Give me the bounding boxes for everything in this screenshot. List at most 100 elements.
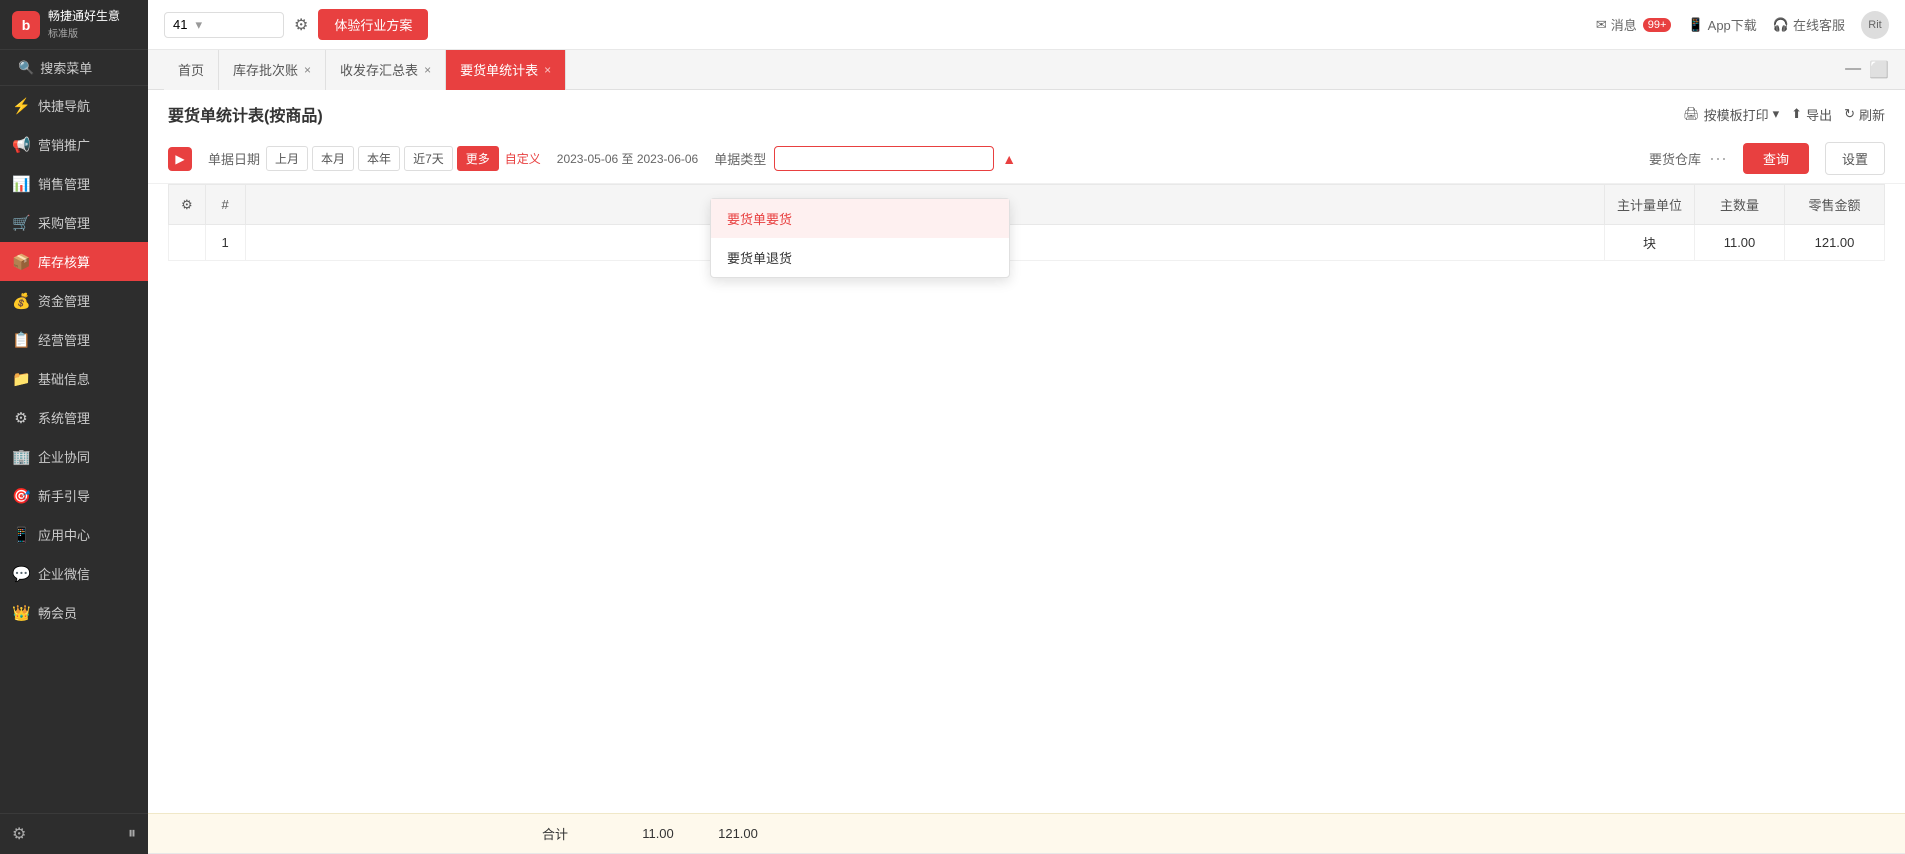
tab-income-summary-label: 收发存汇总表 [340,60,418,79]
filter-expand-button[interactable]: ▶ [168,147,192,171]
tab-inventory-batch[interactable]: 库存批次账 × [219,50,326,90]
filter-type-group: 单据类型 ▲ [714,146,1016,171]
tab-requisition-stat-close[interactable]: × [544,63,551,77]
sidebar-item-operation[interactable]: 📋 经营管理 [0,320,148,359]
export-button[interactable]: ⬆ 导出 [1791,105,1832,124]
sidebar-item-label: 经营管理 [38,330,136,349]
row-amount-cell: 121.00 [1785,225,1885,261]
table-footer: 合计 11.00 121.00 [148,813,1905,854]
sidebar-search[interactable]: 🔍 搜索菜单 [0,50,148,86]
refresh-button[interactable]: ↻ 刷新 [1844,105,1885,124]
filter-date-group: 单据日期 上月 本月 本年 近7天 更多 自定义 [208,146,541,171]
sidebar-item-basic-info[interactable]: 📁 基础信息 [0,359,148,398]
promo-button[interactable]: 体验行业方案 [318,9,428,40]
sidebar-header: b 畅捷通好生意 标准版 [0,0,148,50]
sales-icon: 📊 [12,175,30,193]
tab-requisition-stat[interactable]: 要货单统计表 × [446,50,566,90]
sidebar-item-finance[interactable]: 💰 资金管理 [0,281,148,320]
chevron-up-icon[interactable]: ▲ [1002,151,1016,167]
sidebar-item-enterprise[interactable]: 🏢 企业协同 [0,437,148,476]
message-icon: ✉ [1596,17,1607,33]
minimize-icon[interactable]: — [1845,60,1861,80]
finance-icon: 💰 [12,292,30,310]
quick-nav-icon: ⚡ [12,97,30,115]
print-button[interactable]: 🖨 按模板打印 ▾ [1683,105,1779,124]
gear-icon[interactable]: ⚙ [294,15,308,35]
dropdown-item-requisition-order[interactable]: 要货单要货 [711,199,1009,238]
sidebar-item-app-center[interactable]: 📱 应用中心 [0,515,148,554]
table-row: 1 块 11.00 121.00 [169,225,1885,261]
col-unit-header: 主计量单位 [1605,185,1695,225]
tab-inventory-batch-close[interactable]: × [304,63,311,77]
sidebar-nav: ⚡ 快捷导航 📢 营销推广 📊 销售管理 🛒 采购管理 📦 库存核算 💰 资金管… [0,86,148,813]
export-label: 导出 [1806,105,1832,124]
filter-7days-btn[interactable]: 近7天 [404,146,453,171]
tab-home[interactable]: 首页 [164,50,219,90]
filter-custom-date-btn[interactable]: 自定义 [505,150,541,167]
avatar[interactable]: Rit [1861,11,1889,39]
col-settings-header[interactable]: ⚙ [169,185,206,225]
sidebar-item-member[interactable]: 👑 畅会员 [0,593,148,632]
company-value: 41 [173,17,187,32]
col-amount-header: 零售金额 [1785,185,1885,225]
sidebar-item-inventory[interactable]: 📦 库存核算 [0,242,148,281]
purchase-icon: 🛒 [12,214,30,232]
tab-inventory-batch-label: 库存批次账 [233,60,298,79]
sidebar-item-marketing[interactable]: 📢 营销推广 [0,125,148,164]
filter-this-month-btn[interactable]: 本月 [312,146,354,171]
col-num-header: # [205,185,245,225]
query-button[interactable]: 查询 [1743,143,1809,174]
data-table: ⚙ # 商品 主计量单位 主数量 零售金额 1 块 11.00 [168,184,1885,261]
sidebar-item-label: 新手引导 [38,486,136,505]
filter-last-month-btn[interactable]: 上月 [266,146,308,171]
messages-button[interactable]: ✉ 消息 99+ [1596,15,1672,34]
tab-window-buttons: — ⬜ [1845,60,1889,80]
settings-icon[interactable]: ⚙ [12,824,26,844]
app-download-button[interactable]: 📱 App下载 [1687,15,1756,34]
sidebar-item-label: 营销推广 [38,135,136,154]
page-title: 要货单统计表(按商品) [168,102,323,126]
dropdown-item-requisition-return[interactable]: 要货单退货 [711,238,1009,277]
more-options-icon[interactable]: ··· [1709,148,1727,169]
tab-income-summary[interactable]: 收发存汇总表 × [326,50,446,90]
company-selector[interactable]: 41 ▾ [164,12,284,38]
filter-type-input[interactable] [774,146,994,171]
sidebar-item-label: 快捷导航 [38,96,136,115]
online-service-button[interactable]: 🎧 在线客服 [1773,15,1845,34]
settings-button[interactable]: 设置 [1825,142,1885,175]
guide-icon: 🎯 [12,487,30,505]
filter-type-label: 单据类型 [714,149,766,168]
sidebar: b 畅捷通好生意 标准版 🔍 搜索菜单 ⚡ 快捷导航 📢 营销推广 📊 销售管理… [0,0,148,854]
topbar: 41 ▾ ⚙ 体验行业方案 ✉ 消息 99+ 📱 App下载 🎧 在线客服 Ri… [148,0,1905,50]
type-dropdown: 要货单要货 要货单退货 [710,198,1010,278]
enterprise-icon: 🏢 [12,448,30,466]
dropdown-item-label: 要货单退货 [727,251,792,266]
print-icon: 🖨 [1683,106,1700,122]
sidebar-item-quick-nav[interactable]: ⚡ 快捷导航 [0,86,148,125]
app-subtitle: 标准版 [48,25,120,40]
page-header: 要货单统计表(按商品) 🖨 按模板打印 ▾ ⬆ 导出 ↻ 刷新 [148,90,1905,134]
dropdown-item-label: 要货单要货 [727,212,792,227]
maximize-icon[interactable]: ⬜ [1869,60,1889,80]
filter-more-dates-btn[interactable]: 更多 [457,146,499,171]
messages-label: 消息 [1611,15,1637,34]
sidebar-item-sales[interactable]: 📊 销售管理 [0,164,148,203]
sidebar-item-guide[interactable]: 🎯 新手引导 [0,476,148,515]
sidebar-item-wechat[interactable]: 💬 企业微信 [0,554,148,593]
filter-date-buttons: 上月 本月 本年 近7天 更多 [266,146,499,171]
sidebar-item-label: 采购管理 [38,213,136,232]
main-content: 41 ▾ ⚙ 体验行业方案 ✉ 消息 99+ 📱 App下载 🎧 在线客服 Ri… [148,0,1905,854]
collapse-icon[interactable]: ⏸ [128,825,136,843]
filter-this-year-btn[interactable]: 本年 [358,146,400,171]
sidebar-item-purchase[interactable]: 🛒 采购管理 [0,203,148,242]
tab-requisition-stat-label: 要货单统计表 [460,60,538,79]
sidebar-footer: ⚙ ⏸ [0,813,148,854]
filter-bar: ▶ 单据日期 上月 本月 本年 近7天 更多 自定义 2023-05-06 至 … [148,134,1905,184]
filter-date-range: 2023-05-06 至 2023-06-06 [557,150,698,167]
sidebar-item-system[interactable]: ⚙ 系统管理 [0,398,148,437]
inventory-icon: 📦 [12,253,30,271]
operation-icon: 📋 [12,331,30,349]
refresh-icon: ↻ [1844,106,1855,122]
sidebar-item-label: 基础信息 [38,369,136,388]
tab-income-summary-close[interactable]: × [424,63,431,77]
